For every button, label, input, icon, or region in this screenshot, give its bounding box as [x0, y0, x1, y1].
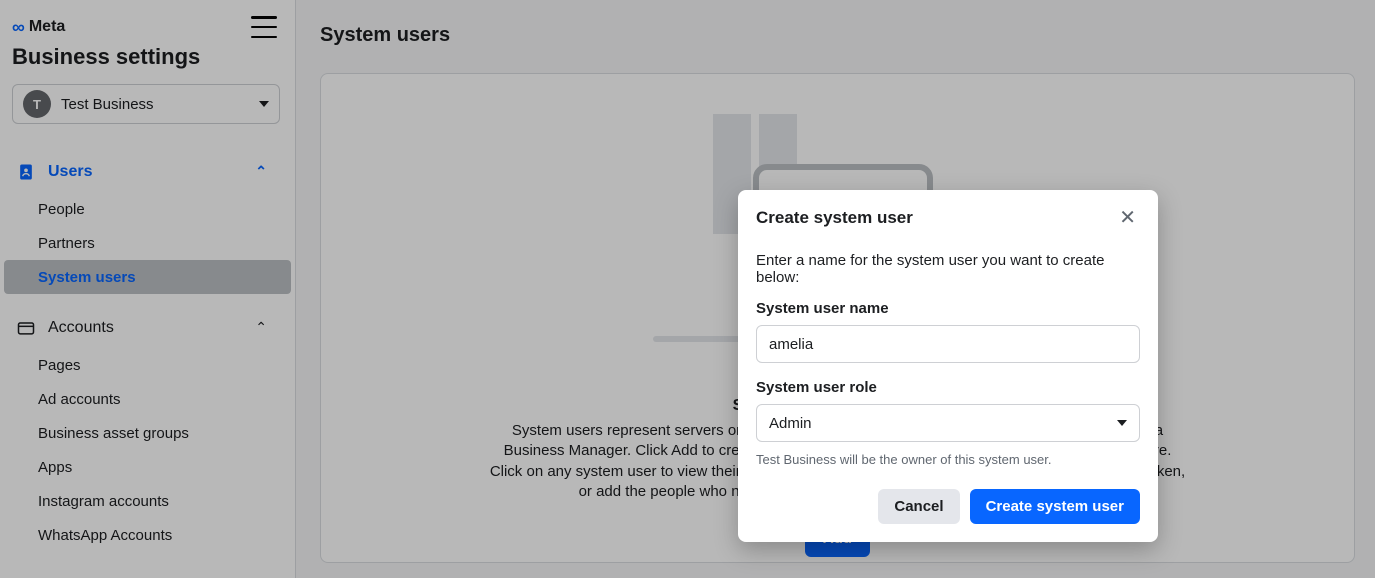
modal-helper-text: Test Business will be the owner of this … — [756, 452, 1140, 467]
modal-scrim[interactable] — [0, 0, 1375, 578]
modal-title: Create system user — [756, 208, 913, 228]
caret-down-icon — [1117, 420, 1127, 426]
system-user-role-value: Admin — [769, 415, 812, 432]
modal-description: Enter a name for the system user you wan… — [756, 252, 1140, 286]
system-user-role-label: System user role — [756, 379, 1140, 396]
cancel-button[interactable]: Cancel — [878, 489, 959, 524]
system-user-name-input[interactable] — [756, 325, 1140, 363]
system-user-role-select[interactable]: Admin — [756, 404, 1140, 442]
close-icon[interactable]: ✕ — [1115, 206, 1140, 230]
create-system-user-modal: Create system user ✕ Enter a name for th… — [738, 190, 1158, 542]
create-system-user-button[interactable]: Create system user — [970, 489, 1140, 524]
system-user-name-label: System user name — [756, 300, 1140, 317]
